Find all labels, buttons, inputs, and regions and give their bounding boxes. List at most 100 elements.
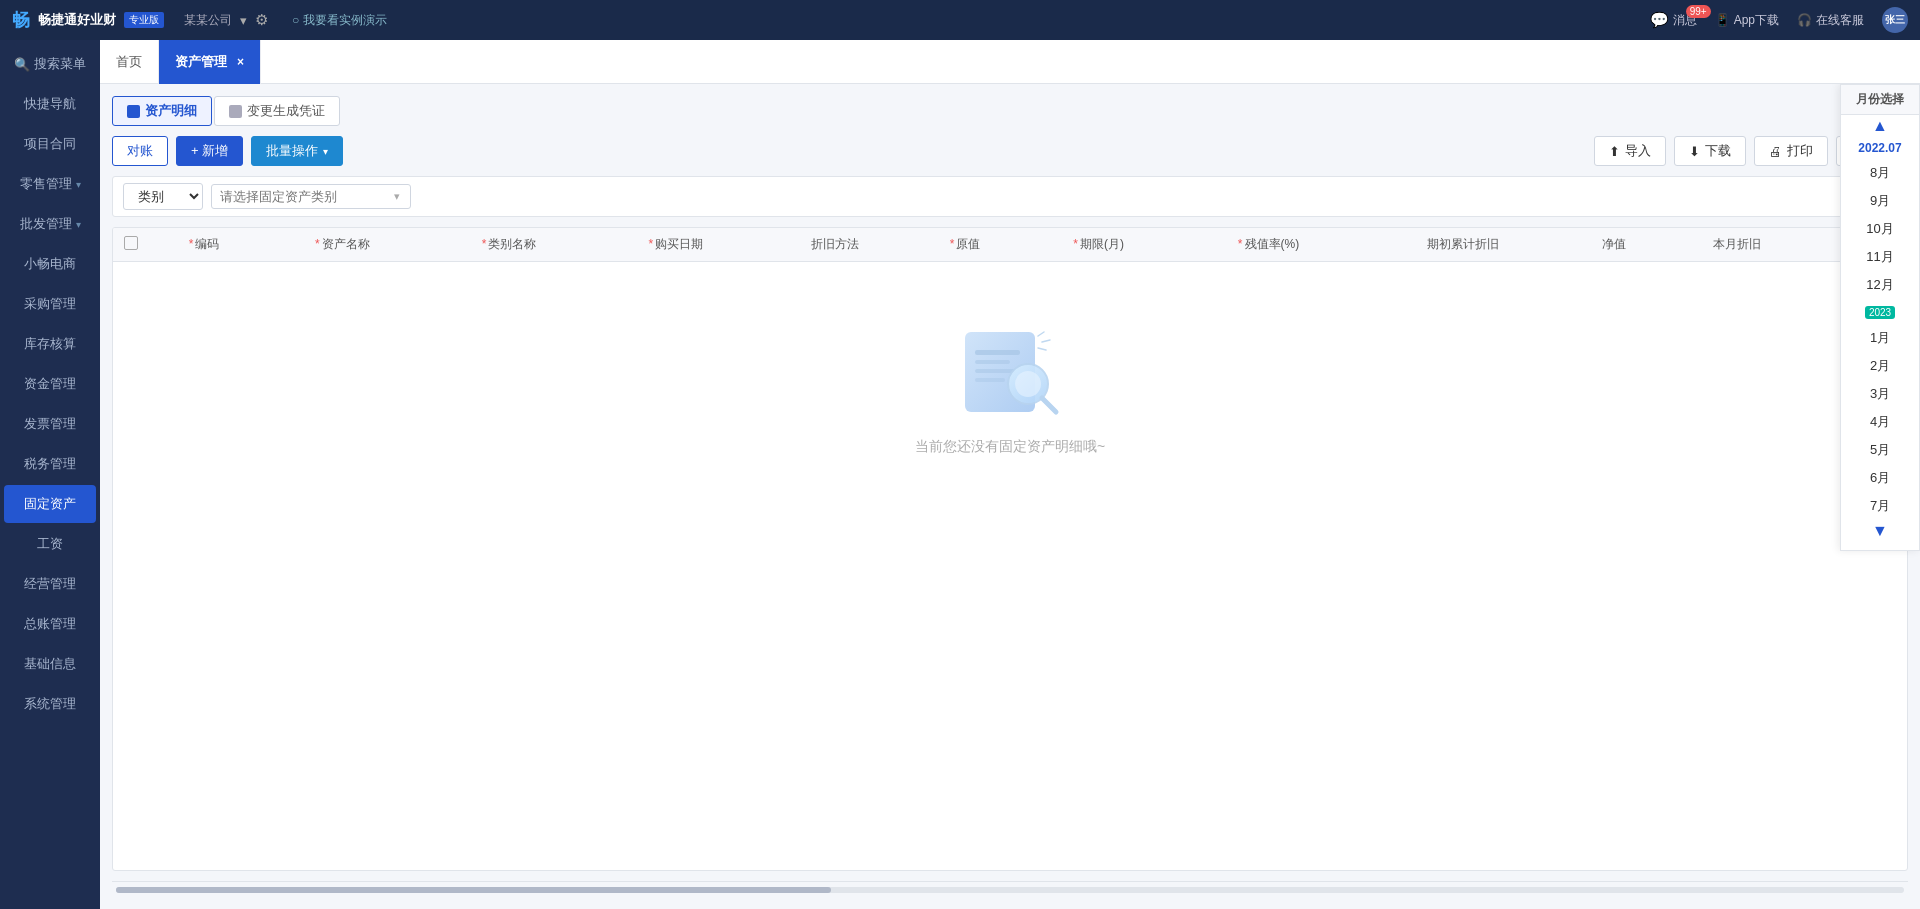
close-tab-icon[interactable]: × bbox=[237, 55, 244, 69]
month-item-12[interactable]: 12月 bbox=[1841, 271, 1919, 299]
month-item-9[interactable]: 9月 bbox=[1841, 187, 1919, 215]
select-all-header[interactable] bbox=[113, 228, 149, 262]
top-bar: 畅 畅捷通好业财 专业版 某某公司 ▾ ⚙ ○ 我要看实例演示 💬 消息 99+… bbox=[0, 0, 1920, 40]
sidebar-item-operations[interactable]: 经营管理 bbox=[4, 565, 96, 603]
page-content: 资产明细 变更生成凭证 对账 + 新增 批量操作 ▾ bbox=[100, 84, 1920, 909]
svg-line-6 bbox=[1042, 398, 1056, 412]
app-download-btn[interactable]: 📱 App下载 bbox=[1715, 12, 1779, 29]
month-item-2[interactable]: 2月 bbox=[1841, 352, 1919, 380]
sidebar-item-tax[interactable]: 税务管理 bbox=[4, 445, 96, 483]
svg-rect-1 bbox=[975, 350, 1020, 355]
filter-dropdown-icon[interactable]: ▾ bbox=[394, 190, 400, 203]
month-panel-year[interactable]: 2022.07 bbox=[1841, 137, 1919, 159]
sub-tab-change-voucher[interactable]: 变更生成凭证 bbox=[214, 96, 340, 126]
month-panel-title: 月份选择 bbox=[1841, 85, 1919, 115]
online-service-btn[interactable]: 🎧 在线客服 bbox=[1797, 12, 1864, 29]
month-item-7[interactable]: 7月 bbox=[1841, 492, 1919, 520]
sidebar-item-invoice[interactable]: 发票管理 bbox=[4, 405, 96, 443]
filter-row: 类别 ▾ bbox=[112, 176, 1908, 217]
message-badge: 99+ bbox=[1686, 5, 1711, 18]
empty-state: 当前您还没有固定资产明细哦~ bbox=[113, 262, 1907, 516]
headset-icon: 🎧 bbox=[1797, 13, 1812, 27]
asset-table: *编码 *资产名称 *类别名称 *购买日期 折旧方法 *原值 *期限(月) *残… bbox=[113, 228, 1907, 516]
sidebar-item-retail[interactable]: 零售管理 ▾ bbox=[4, 165, 96, 203]
chevron-down-icon: ▾ bbox=[76, 219, 81, 230]
toolbar: 对账 + 新增 批量操作 ▾ ⬆ 导入 ⬇ 下载 bbox=[112, 136, 1908, 166]
svg-line-9 bbox=[1042, 340, 1050, 342]
tab-asset-management[interactable]: 资产管理 × bbox=[159, 40, 261, 84]
svg-line-10 bbox=[1038, 348, 1046, 350]
col-code: *编码 bbox=[149, 228, 259, 262]
sidebar-item-system[interactable]: 系统管理 bbox=[4, 685, 96, 723]
month-item-1[interactable]: 1月 bbox=[1841, 324, 1919, 352]
month-item-6[interactable]: 6月 bbox=[1841, 464, 1919, 492]
empty-illustration bbox=[950, 322, 1070, 422]
settings-icon[interactable]: ⚙ bbox=[255, 11, 268, 29]
scroll-thumb[interactable] bbox=[116, 887, 831, 893]
month-panel-down-arrow[interactable]: ▼ bbox=[1864, 520, 1896, 542]
chevron-down-icon: ▾ bbox=[76, 179, 81, 190]
svg-point-7 bbox=[1015, 371, 1041, 397]
category-input-wrap[interactable]: ▾ bbox=[211, 184, 411, 209]
print-button[interactable]: 🖨 打印 bbox=[1754, 136, 1828, 166]
user-avatar[interactable]: 张三 bbox=[1882, 7, 1908, 33]
svg-rect-4 bbox=[975, 378, 1005, 382]
batch-button[interactable]: 批量操作 ▾ bbox=[251, 136, 343, 166]
col-residual-rate: *残值率(%) bbox=[1177, 228, 1359, 262]
col-net-value: 净值 bbox=[1567, 228, 1661, 262]
nav-tabs: 首页 资产管理 × bbox=[100, 40, 1920, 84]
import-button[interactable]: ⬆ 导入 bbox=[1594, 136, 1666, 166]
svg-line-8 bbox=[1038, 332, 1044, 336]
month-item-5[interactable]: 5月 bbox=[1841, 436, 1919, 464]
sub-tabs: 资产明细 变更生成凭证 bbox=[112, 96, 1908, 126]
sidebar-item-inventory[interactable]: 库存核算 bbox=[4, 325, 96, 363]
search-icon: 🔍 bbox=[14, 57, 30, 72]
table-wrap: *编码 *资产名称 *类别名称 *购买日期 折旧方法 *原值 *期限(月) *残… bbox=[112, 227, 1908, 871]
download-button[interactable]: ⬇ 下载 bbox=[1674, 136, 1746, 166]
sidebar-item-purchase[interactable]: 采购管理 bbox=[4, 285, 96, 323]
month-item-8[interactable]: 8月 bbox=[1841, 159, 1919, 187]
sidebar-item-wholesale[interactable]: 批发管理 ▾ bbox=[4, 205, 96, 243]
sidebar-item-ledger[interactable]: 总账管理 bbox=[4, 605, 96, 643]
reconcile-button[interactable]: 对账 bbox=[112, 136, 168, 166]
month-item-11[interactable]: 11月 bbox=[1841, 243, 1919, 271]
message-icon: 💬 bbox=[1650, 11, 1669, 29]
download-icon: ⬇ bbox=[1689, 144, 1700, 159]
month-item-3[interactable]: 3月 bbox=[1841, 380, 1919, 408]
col-asset-name: *资产名称 bbox=[259, 228, 426, 262]
message-btn[interactable]: 💬 消息 99+ bbox=[1650, 11, 1697, 29]
sidebar-item-fixedassets[interactable]: 固定资产 bbox=[4, 485, 96, 523]
month-item-4[interactable]: 4月 bbox=[1841, 408, 1919, 436]
select-all-checkbox[interactable] bbox=[124, 236, 138, 250]
scroll-bar-area bbox=[112, 881, 1908, 897]
sidebar-item-finance[interactable]: 资金管理 bbox=[4, 365, 96, 403]
col-accumulated-depreciation: 期初累计折旧 bbox=[1360, 228, 1568, 262]
sidebar-item-search[interactable]: 🔍 搜索菜单 bbox=[4, 45, 96, 83]
sub-tab-asset-detail[interactable]: 资产明细 bbox=[112, 96, 212, 126]
asset-detail-icon bbox=[127, 105, 140, 118]
scroll-track[interactable] bbox=[116, 887, 1904, 893]
sidebar-item-basic[interactable]: 基础信息 bbox=[4, 645, 96, 683]
dropdown-icon[interactable]: ▾ bbox=[240, 13, 247, 28]
app-edition: 专业版 bbox=[124, 12, 164, 28]
mobile-icon: 📱 bbox=[1715, 13, 1730, 27]
empty-state-row: 当前您还没有固定资产明细哦~ bbox=[113, 262, 1907, 517]
sidebar-item-salary[interactable]: 工资 bbox=[4, 525, 96, 563]
col-current-depreciation: 本月折旧 bbox=[1662, 228, 1813, 262]
print-icon: 🖨 bbox=[1769, 144, 1782, 159]
month-item-10[interactable]: 10月 bbox=[1841, 215, 1919, 243]
demo-link[interactable]: ○ 我要看实例演示 bbox=[292, 12, 387, 29]
app-name: 畅捷通好业财 bbox=[38, 11, 116, 29]
category-select[interactable]: 类别 bbox=[123, 183, 203, 210]
tab-home[interactable]: 首页 bbox=[100, 40, 159, 84]
import-icon: ⬆ bbox=[1609, 144, 1620, 159]
content-area: 首页 资产管理 × 资产明细 变更生成凭证 bbox=[100, 40, 1920, 909]
add-button[interactable]: + 新增 bbox=[176, 136, 243, 166]
sidebar-item-quicknav[interactable]: 快捷导航 bbox=[4, 85, 96, 123]
sidebar-item-project[interactable]: 项目合同 bbox=[4, 125, 96, 163]
month-panel-up-arrow[interactable]: ▲ bbox=[1864, 115, 1896, 137]
category-input[interactable] bbox=[220, 189, 388, 204]
batch-dropdown-icon: ▾ bbox=[323, 146, 328, 157]
topbar-right: 💬 消息 99+ 📱 App下载 🎧 在线客服 张三 bbox=[1650, 7, 1908, 33]
sidebar-item-ecommerce[interactable]: 小畅电商 bbox=[4, 245, 96, 283]
